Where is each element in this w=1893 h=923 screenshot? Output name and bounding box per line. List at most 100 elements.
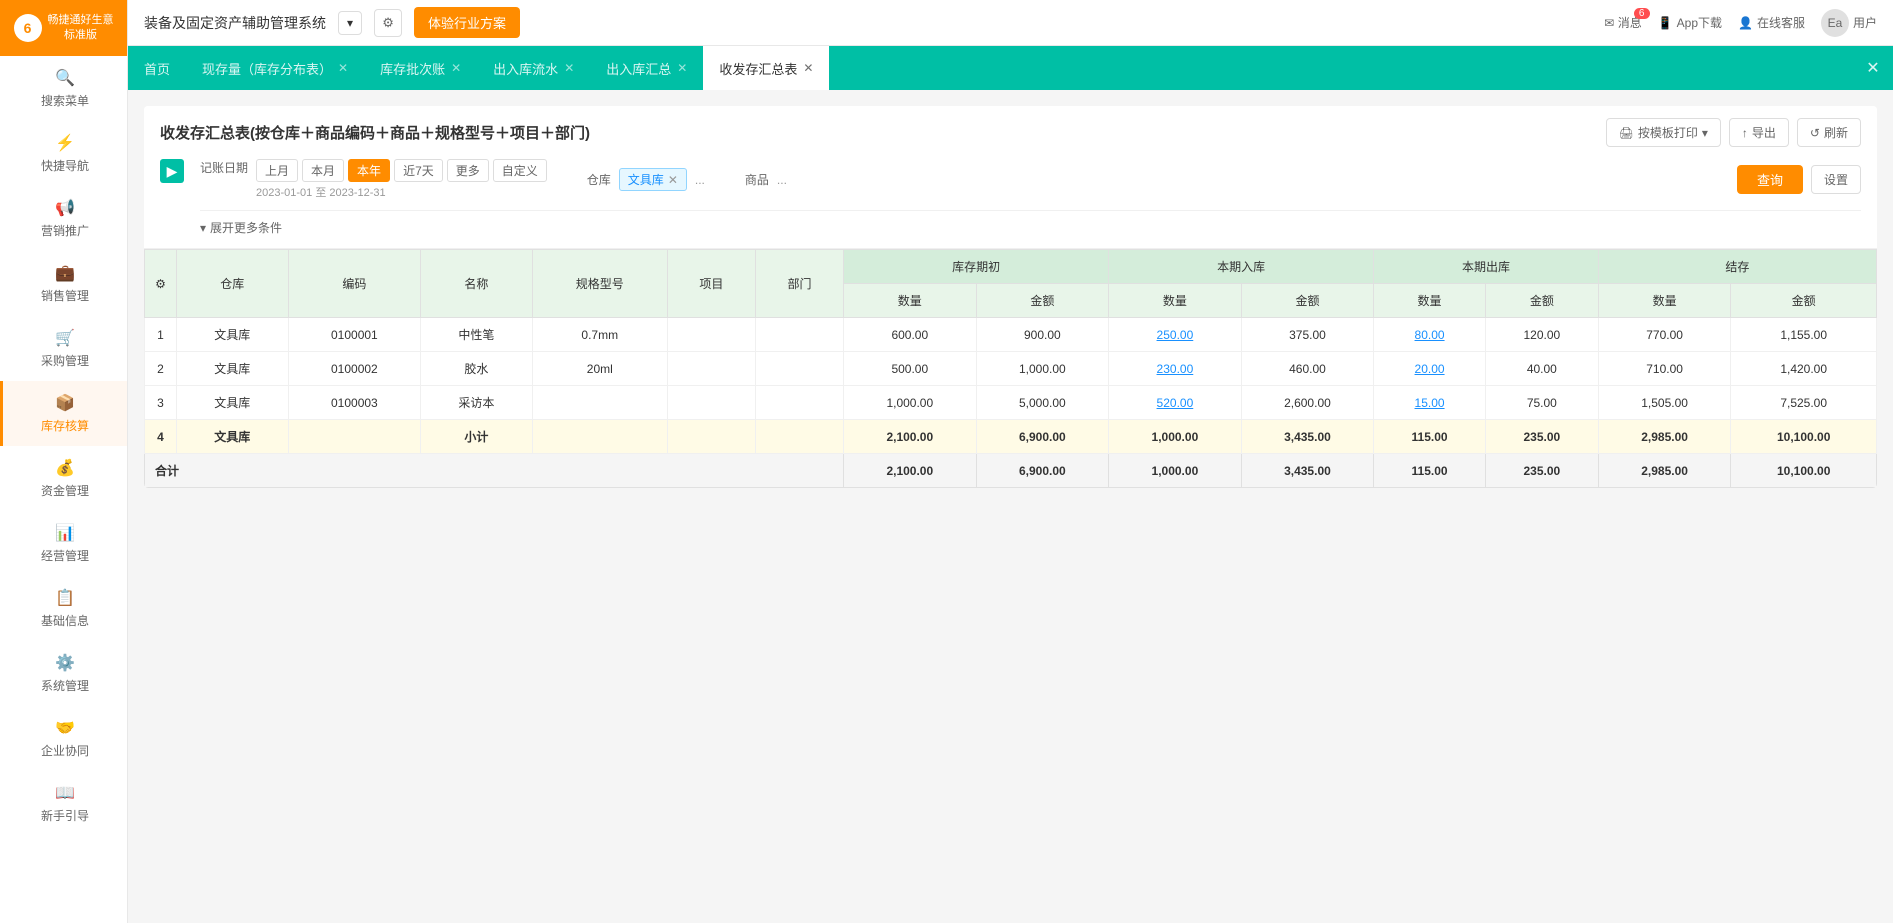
row-balance-amt: 10,100.00 [1731, 420, 1877, 454]
sidebar-item-finance[interactable]: 💰 资金管理 [0, 446, 127, 511]
row-in-qty[interactable]: 250.00 [1109, 318, 1242, 352]
tab-receipt-summary[interactable]: 收发存汇总表 ✕ [703, 46, 829, 90]
date-btn-more[interactable]: 更多 [447, 159, 489, 182]
row-in-qty[interactable]: 520.00 [1109, 386, 1242, 420]
row-index: 3 [145, 386, 177, 420]
date-btn-custom[interactable]: 自定义 [493, 159, 547, 182]
row-in-qty-link[interactable]: 250.00 [1157, 328, 1194, 342]
sidebar-menu: 🔍 搜索菜单 ⚡ 快捷导航 📢 营销推广 💼 销售管理 🛒 采购管理 📦 库存核… [0, 56, 127, 923]
sidebar-item-operations[interactable]: 📊 经营管理 [0, 511, 127, 576]
filter-row-1: 记账日期 上月 本月 本年 近7天 更多 自定义 [200, 159, 1861, 200]
warehouse-tag-close[interactable]: ✕ [668, 173, 678, 187]
row-opening-qty: 2,100.00 [844, 420, 977, 454]
tab-label: 首页 [144, 59, 170, 78]
data-table-container: ⚙ 仓库 编码 名称 规格型号 项目 部门 库存期初 本期入库 本期出库 结存 [144, 249, 1877, 488]
notification-area[interactable]: ✉ 6 消息 [1604, 14, 1641, 31]
refresh-button[interactable]: ↺ 刷新 [1797, 118, 1861, 147]
expand-label: 展开更多条件 [210, 219, 282, 236]
inventory-icon: 📦 [55, 393, 75, 413]
row-out-amt: 75.00 [1485, 386, 1598, 420]
row-out-qty[interactable]: 80.00 [1374, 318, 1486, 352]
sidebar-item-inventory[interactable]: 📦 库存核算 [0, 381, 127, 446]
notification-badge: 6 [1634, 8, 1650, 19]
col-balance-amt-sub: 金额 [1731, 284, 1877, 318]
tab-label: 库存批次账 [380, 59, 445, 78]
row-in-amt: 375.00 [1241, 318, 1374, 352]
goods-more[interactable]: ... [777, 173, 787, 187]
sidebar-item-system[interactable]: ⚙️ 系统管理 [0, 641, 127, 706]
tab-batch[interactable]: 库存批次账 ✕ [364, 46, 477, 90]
row-opening-amt: 6,900.00 [976, 420, 1109, 454]
logo-area: 6 畅捷通好生意 标准版 [0, 0, 127, 56]
tab-close-icon[interactable]: ✕ [677, 61, 687, 75]
warehouse-tag[interactable]: 文具库 ✕ [619, 168, 687, 191]
col-settings-header[interactable]: ⚙ [145, 250, 177, 318]
row-in-qty-link[interactable]: 230.00 [1157, 362, 1194, 376]
row-project [667, 420, 755, 454]
footer-out-qty: 115.00 [1374, 454, 1486, 488]
row-out-qty-link[interactable]: 20.00 [1415, 362, 1445, 376]
date-btn-this-month[interactable]: 本月 [302, 159, 344, 182]
col-balance-qty-sub: 数量 [1598, 284, 1731, 318]
sidebar-item-purchase[interactable]: 🛒 采购管理 [0, 316, 127, 381]
row-goods-spec: 0.7mm [532, 318, 667, 352]
date-btn-last-month[interactable]: 上月 [256, 159, 298, 182]
tab-inventory-dist[interactable]: 现存量（库存分布表） ✕ [186, 46, 364, 90]
row-in-qty[interactable]: 230.00 [1109, 352, 1242, 386]
row-out-qty[interactable]: 15.00 [1374, 386, 1486, 420]
export-button[interactable]: ↑ 导出 [1729, 118, 1789, 147]
sidebar-item-enterprise[interactable]: 🤝 企业协同 [0, 706, 127, 771]
purchase-icon: 🛒 [55, 328, 75, 348]
guide-icon: 📖 [55, 783, 75, 803]
user-area[interactable]: Ea 用户 [1821, 9, 1877, 37]
col-in-header: 本期入库 [1109, 250, 1374, 284]
expand-arrow-button[interactable]: ▶ [160, 159, 184, 183]
tab-close-icon[interactable]: ✕ [564, 61, 574, 75]
sidebar-item-sales[interactable]: 💼 销售管理 [0, 251, 127, 316]
refresh-icon: ↺ [1810, 126, 1820, 140]
footer-opening-qty: 2,100.00 [844, 454, 977, 488]
query-button[interactable]: 查询 [1737, 165, 1803, 194]
sidebar-item-label: 新手引导 [41, 807, 89, 824]
tab-inout-summary[interactable]: 出入库汇总 ✕ [590, 46, 703, 90]
date-btn-this-year[interactable]: 本年 [348, 159, 390, 182]
header-right: ✉ 6 消息 📱 App下载 👤 在线客服 Ea 用户 [1604, 9, 1877, 37]
row-in-amt: 460.00 [1241, 352, 1374, 386]
row-in-qty-link[interactable]: 520.00 [1157, 396, 1194, 410]
date-btn-7days[interactable]: 近7天 [394, 159, 443, 182]
print-button[interactable]: 🖨 按模板打印 ▾ [1606, 118, 1721, 147]
message-icon: ✉ [1604, 16, 1614, 30]
row-goods-spec: 20ml [532, 352, 667, 386]
sidebar-item-label: 营销推广 [41, 222, 89, 239]
footer-in-qty: 1,000.00 [1109, 454, 1242, 488]
tab-label: 出入库汇总 [606, 59, 671, 78]
finance-icon: 💰 [55, 458, 75, 478]
tab-close-icon[interactable]: ✕ [451, 61, 461, 75]
experience-button[interactable]: 体验行业方案 [414, 7, 520, 38]
sidebar-item-quicknav[interactable]: ⚡ 快捷导航 [0, 121, 127, 186]
expand-conditions-button[interactable]: ▾ 展开更多条件 [200, 210, 1861, 236]
sidebar-item-basics[interactable]: 📋 基础信息 [0, 576, 127, 641]
sidebar-item-marketing[interactable]: 📢 营销推广 [0, 186, 127, 251]
row-out-qty-link[interactable]: 80.00 [1415, 328, 1445, 342]
app-download-link[interactable]: 📱 App下载 [1658, 14, 1722, 31]
row-goods-name: 小计 [421, 420, 533, 454]
date-filter-label: 记账日期 [200, 159, 248, 176]
sidebar-item-search[interactable]: 🔍 搜索菜单 [0, 56, 127, 121]
tab-home[interactable]: 首页 [128, 46, 186, 90]
sidebar-item-guide[interactable]: 📖 新手引导 [0, 771, 127, 836]
col-goods-name-header: 名称 [421, 250, 533, 318]
setting-button[interactable]: 设置 [1811, 165, 1861, 194]
tab-close-icon[interactable]: ✕ [338, 61, 348, 75]
top-header: 装备及固定资产辅助管理系统 ▾ ⚙ 体验行业方案 ✉ 6 消息 📱 App下载 … [128, 0, 1893, 46]
col-in-amt-sub: 金额 [1241, 284, 1374, 318]
settings-gear-button[interactable]: ⚙ [374, 9, 402, 37]
tab-bar-close-button[interactable]: ✕ [1853, 46, 1893, 90]
tab-inout-flow[interactable]: 出入库流水 ✕ [477, 46, 590, 90]
online-service-link[interactable]: 👤 在线客服 [1738, 14, 1805, 31]
tab-close-icon[interactable]: ✕ [803, 61, 813, 75]
row-out-qty[interactable]: 20.00 [1374, 352, 1486, 386]
system-selector[interactable]: ▾ [338, 11, 362, 35]
warehouse-more[interactable]: ... [695, 173, 705, 187]
row-out-qty-link[interactable]: 15.00 [1415, 396, 1445, 410]
